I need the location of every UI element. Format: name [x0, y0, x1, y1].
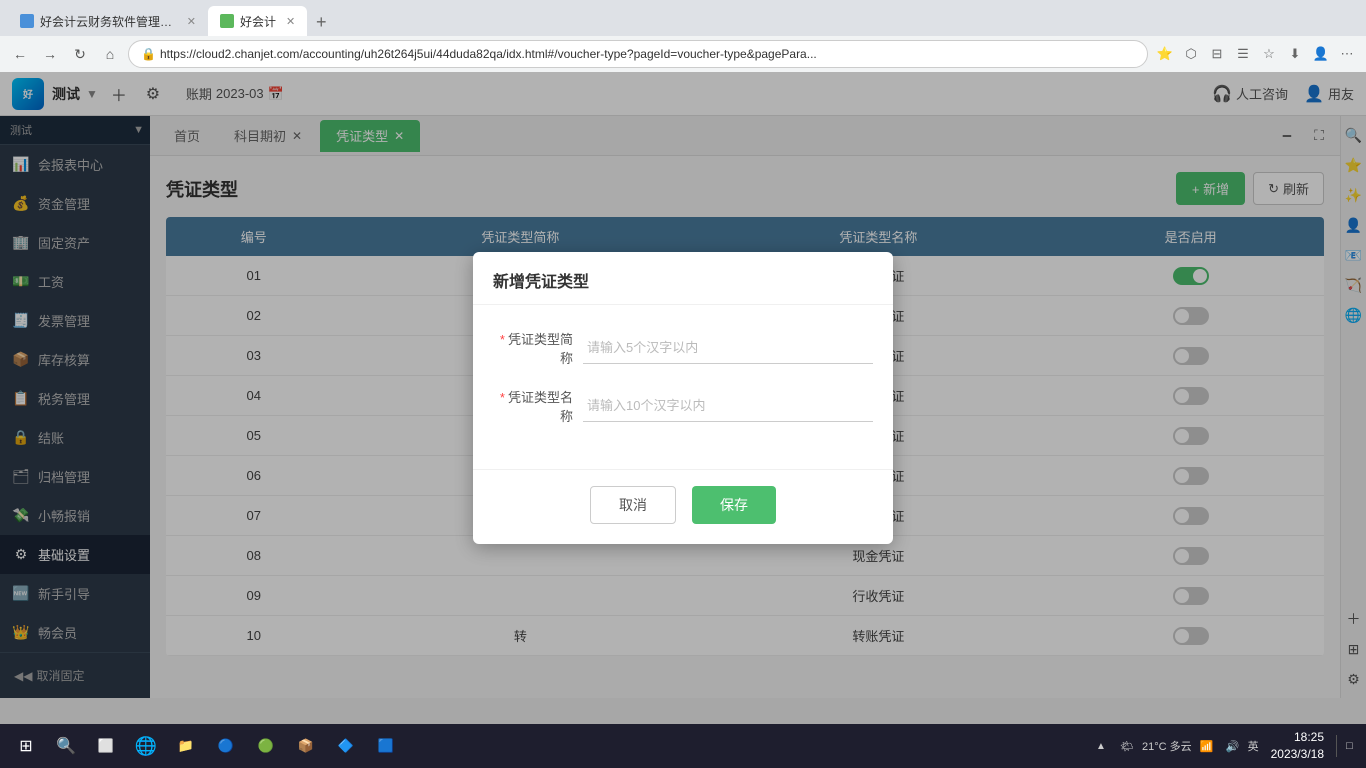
- browser-tab-1-close[interactable]: ✕: [187, 15, 196, 28]
- home-button[interactable]: ⌂: [98, 42, 122, 66]
- short-input[interactable]: [583, 332, 873, 364]
- dialog-title: 新增凭证类型: [473, 252, 893, 305]
- save-button[interactable]: 保存: [692, 486, 776, 524]
- systray-network[interactable]: 📶: [1196, 735, 1218, 757]
- taskbar-clock[interactable]: 18:25 2023/3/18: [1263, 729, 1332, 763]
- taskbar-chrome[interactable]: 🔵: [208, 728, 244, 764]
- taskbar-app5[interactable]: 🔷: [328, 728, 364, 764]
- taskbar-edge2[interactable]: 🟦: [368, 728, 404, 764]
- new-tab-button[interactable]: +: [307, 8, 335, 36]
- taskbar-search[interactable]: 🔍: [48, 728, 84, 764]
- tab-favicon-1: [20, 14, 34, 28]
- start-button[interactable]: ⊞: [8, 728, 44, 764]
- taskbar-wechat[interactable]: 🟢: [248, 728, 284, 764]
- browser-toolbar-icons: ⭐ ⬡ ⊟ ☰ ☆ ⬇ 👤 ⋯: [1154, 43, 1358, 65]
- tab-bar: 好会计云财务软件管理系统_会计 ✕ 好会计 ✕ +: [0, 0, 1366, 36]
- show-desktop-button[interactable]: □: [1336, 735, 1358, 757]
- form-row-name: *凭证类型名称: [493, 387, 873, 425]
- taskbar-explorer[interactable]: 📁: [168, 728, 204, 764]
- browser-tab-2-label: 好会计: [240, 13, 276, 30]
- taskbar-taskview[interactable]: ⬜: [88, 728, 124, 764]
- browser-tab-2[interactable]: 好会计 ✕: [208, 6, 307, 36]
- systray-chevron[interactable]: ▲: [1090, 735, 1112, 757]
- cancel-button[interactable]: 取消: [590, 486, 676, 524]
- browser-extensions-icon[interactable]: ⭐: [1154, 43, 1176, 65]
- security-icon: 🔒: [141, 47, 156, 61]
- dialog-overlay: 新增凭证类型 *凭证类型简称 *凭证类型名称 取消 保存: [0, 72, 1366, 724]
- browser-tab-1-label: 好会计云财务软件管理系统_会计: [40, 13, 177, 30]
- taskbar: ⊞ 🔍 ⬜ 🌐 📁 🔵 🟢 📦 🔷 🟦 ▲ 🌤 21°C 多云 📶 🔊 英 18…: [0, 724, 1366, 768]
- browser-tab-2-close[interactable]: ✕: [286, 15, 295, 28]
- name-required-mark: *: [500, 390, 505, 405]
- back-button[interactable]: ←: [8, 42, 32, 66]
- url-input[interactable]: 🔒 https://cloud2.chanjet.com/accounting/…: [128, 40, 1148, 68]
- systray-weather[interactable]: 🌤: [1116, 735, 1138, 757]
- taskbar-app4[interactable]: 📦: [288, 728, 324, 764]
- form-row-short: *凭证类型简称: [493, 329, 873, 367]
- browser-split-icon[interactable]: ⊟: [1206, 43, 1228, 65]
- reload-button[interactable]: ↻: [68, 42, 92, 66]
- tab-favicon-2: [220, 14, 234, 28]
- systray: ▲ 🌤 21°C 多云 📶 🔊 英 18:25 2023/3/18 □: [1090, 729, 1358, 763]
- forward-button[interactable]: →: [38, 42, 62, 66]
- browser-profile-icon[interactable]: 👤: [1310, 43, 1332, 65]
- systray-lang: 英: [1248, 738, 1259, 754]
- browser-download-icon[interactable]: ⬇: [1284, 43, 1306, 65]
- new-voucher-dialog: 新增凭证类型 *凭证类型简称 *凭证类型名称 取消 保存: [473, 252, 893, 544]
- clock-date: 2023/3/18: [1271, 746, 1324, 763]
- browser-readview-icon[interactable]: ☰: [1232, 43, 1254, 65]
- systray-sound[interactable]: 🔊: [1222, 735, 1244, 757]
- systray-weather-text: 21°C 多云: [1142, 738, 1192, 754]
- browser-collection-icon[interactable]: ⬡: [1180, 43, 1202, 65]
- browser-tab-1[interactable]: 好会计云财务软件管理系统_会计 ✕: [8, 6, 208, 36]
- browser-fav-icon[interactable]: ☆: [1258, 43, 1280, 65]
- dialog-footer: 取消 保存: [473, 469, 893, 544]
- url-text: https://cloud2.chanjet.com/accounting/uh…: [160, 47, 817, 61]
- clock-time: 18:25: [1271, 729, 1324, 746]
- short-required-mark: *: [500, 332, 505, 347]
- name-input[interactable]: [583, 390, 873, 422]
- address-bar: ← → ↻ ⌂ 🔒 https://cloud2.chanjet.com/acc…: [0, 36, 1366, 72]
- short-label: *凭证类型简称: [493, 329, 583, 367]
- taskbar-edge[interactable]: 🌐: [128, 728, 164, 764]
- name-label: *凭证类型名称: [493, 387, 583, 425]
- dialog-body: *凭证类型简称 *凭证类型名称: [473, 305, 893, 469]
- browser-menu-icon[interactable]: ⋯: [1336, 43, 1358, 65]
